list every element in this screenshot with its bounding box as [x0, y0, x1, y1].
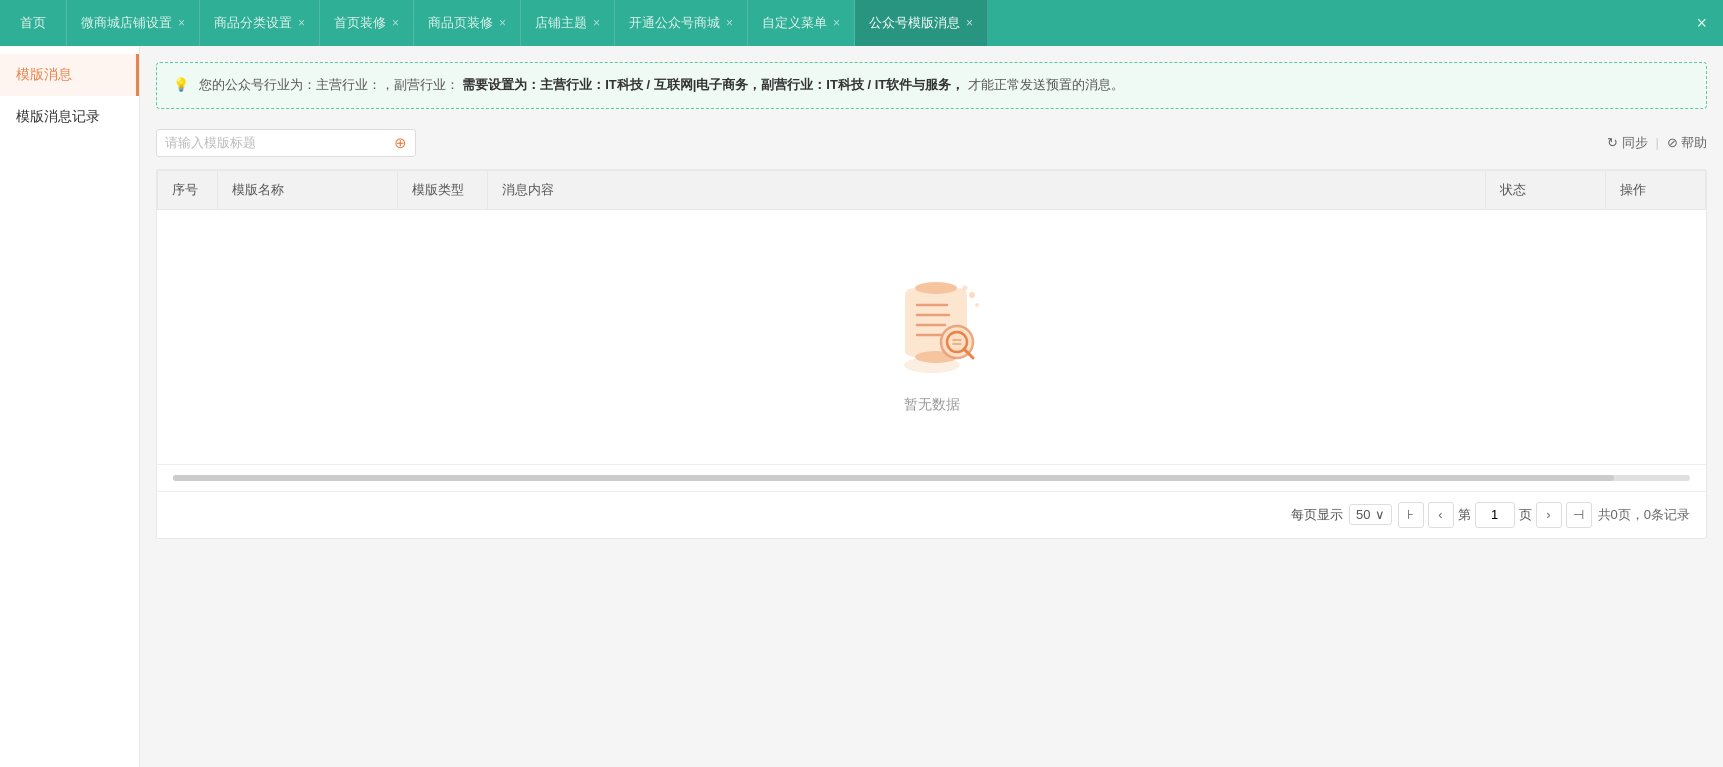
empty-text: 暂无数据	[904, 396, 960, 414]
table-col-4: 状态	[1486, 170, 1606, 209]
nav-tab-6[interactable]: 开通公众号商城 ×	[615, 0, 748, 46]
nav-tab-label: 店铺主题	[535, 14, 587, 32]
search-input-wrap[interactable]: ⊕	[156, 129, 416, 157]
scrollbar-area	[157, 464, 1706, 491]
per-page-label: 每页显示	[1291, 506, 1343, 524]
page-nav: ⊦ ‹ 第 页 › ⊣	[1398, 502, 1592, 528]
help-icon: ⊘	[1667, 135, 1678, 150]
empty-illustration	[877, 270, 987, 380]
next-page-button[interactable]: ›	[1536, 502, 1562, 528]
toolbar-divider: |	[1656, 135, 1659, 150]
nav-tab-close[interactable]: ×	[833, 16, 840, 30]
nav-tab-label: 自定义菜单	[762, 14, 827, 32]
sidebar-item-1[interactable]: 模版消息记录	[0, 96, 139, 138]
global-close-button[interactable]: ×	[1680, 13, 1723, 34]
nav-tab-label: 公众号模版消息	[869, 14, 960, 32]
table-col-3: 消息内容	[488, 170, 1486, 209]
help-label: 帮助	[1681, 134, 1707, 152]
nav-tab-2[interactable]: 商品分类设置 ×	[200, 0, 320, 46]
nav-tab-label: 首页装修	[334, 14, 386, 32]
nav-tab-7[interactable]: 自定义菜单 ×	[748, 0, 855, 46]
svg-point-13	[975, 303, 979, 307]
per-page-value: 50	[1356, 507, 1370, 522]
table-col-0: 序号	[158, 170, 218, 209]
notice-box: 💡 您的公众号行业为：主营行业：，副营行业： 需要设置为：主营行业：IT科技 /…	[156, 62, 1707, 109]
sidebar: 模版消息模版消息记录	[0, 46, 140, 767]
main-layout: 模版消息模版消息记录 💡 您的公众号行业为：主营行业：，副营行业： 需要设置为：…	[0, 46, 1723, 767]
nav-tab-close[interactable]: ×	[298, 16, 305, 30]
page-total: 共0页，0条记录	[1598, 506, 1690, 524]
nav-tab-0[interactable]: 首页	[0, 0, 67, 46]
page-input[interactable]	[1475, 502, 1515, 528]
lightbulb-icon: 💡	[173, 77, 189, 92]
data-table: 序号模版名称模版类型消息内容状态操作	[157, 170, 1706, 464]
nav-tab-close[interactable]: ×	[726, 16, 733, 30]
svg-point-1	[915, 282, 957, 294]
content-area: 💡 您的公众号行业为：主营行业：，副营行业： 需要设置为：主营行业：IT科技 /…	[140, 46, 1723, 767]
pagination: 每页显示 50 ∨ ⊦ ‹ 第 页 › ⊣ 共0页，0条记录	[157, 491, 1706, 538]
nav-tab-5[interactable]: 店铺主题 ×	[521, 0, 615, 46]
notice-prefix: 您的公众号行业为：主营行业：，副营行业：	[199, 77, 459, 92]
svg-point-14	[962, 285, 967, 290]
table-col-1: 模版名称	[218, 170, 398, 209]
nav-tab-3[interactable]: 首页装修 ×	[320, 0, 414, 46]
nav-tab-close[interactable]: ×	[392, 16, 399, 30]
scrollbar-track[interactable]	[173, 475, 1690, 481]
sync-label: 同步	[1622, 134, 1648, 152]
top-nav: 首页微商城店铺设置×商品分类设置×首页装修×商品页装修×店铺主题×开通公众号商城…	[0, 0, 1723, 46]
nav-tab-label: 开通公众号商城	[629, 14, 720, 32]
nav-tab-close[interactable]: ×	[966, 16, 973, 30]
svg-point-12	[969, 292, 975, 298]
page-size-select: 每页显示 50 ∨	[1291, 504, 1391, 525]
first-page-button[interactable]: ⊦	[1398, 502, 1424, 528]
chevron-down-icon: ∨	[1375, 507, 1385, 522]
help-button[interactable]: ⊘ 帮助	[1667, 134, 1707, 152]
page-end-label: 页	[1519, 506, 1532, 524]
last-page-button[interactable]: ⊣	[1566, 502, 1592, 528]
nav-tab-8[interactable]: 公众号模版消息 ×	[855, 0, 988, 46]
nav-tab-close[interactable]: ×	[593, 16, 600, 30]
toolbar-right: ↻ 同步 | ⊘ 帮助	[1607, 134, 1707, 152]
sidebar-item-0[interactable]: 模版消息	[0, 54, 139, 96]
sync-icon: ↻	[1607, 135, 1618, 150]
nav-tab-label: 商品页装修	[428, 14, 493, 32]
scrollbar-thumb[interactable]	[173, 475, 1614, 481]
table-wrap: 序号模版名称模版类型消息内容状态操作	[156, 169, 1707, 539]
sync-button[interactable]: ↻ 同步	[1607, 134, 1648, 152]
nav-tab-label: 首页	[20, 14, 46, 32]
search-input[interactable]	[165, 135, 390, 150]
empty-state: 暂无数据	[158, 210, 1706, 464]
nav-tab-close[interactable]: ×	[499, 16, 506, 30]
notice-highlight: 需要设置为：主营行业：IT科技 / 互联网|电子商务，副营行业：IT科技 / I…	[462, 77, 964, 92]
table-col-2: 模版类型	[398, 170, 488, 209]
nav-tab-4[interactable]: 商品页装修 ×	[414, 0, 521, 46]
per-page-select[interactable]: 50 ∨	[1349, 504, 1391, 525]
nav-tab-close[interactable]: ×	[178, 16, 185, 30]
nav-tab-1[interactable]: 微商城店铺设置 ×	[67, 0, 200, 46]
prev-page-button[interactable]: ‹	[1428, 502, 1454, 528]
search-icon[interactable]: ⊕	[394, 134, 407, 152]
notice-suffix: 才能正常发送预置的消息。	[968, 77, 1124, 92]
nav-tab-label: 商品分类设置	[214, 14, 292, 32]
nav-tab-label: 微商城店铺设置	[81, 14, 172, 32]
search-bar: ⊕ ↻ 同步 | ⊘ 帮助	[156, 129, 1707, 157]
table-col-5: 操作	[1606, 170, 1706, 209]
page-label: 第	[1458, 506, 1471, 524]
